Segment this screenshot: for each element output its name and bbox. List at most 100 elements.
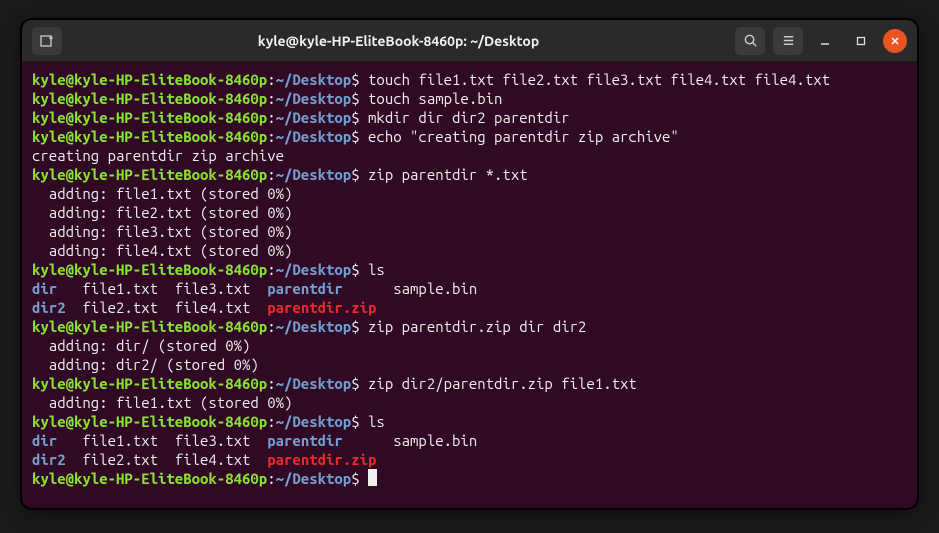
output-text: adding: file4.txt (stored 0%) [32, 242, 292, 259]
command-text: echo "creating parentdir zip archive" [360, 128, 679, 145]
ls-file: file1.txt file3.txt [57, 280, 267, 297]
terminal-content[interactable]: kyle@kyle-HP-EliteBook-8460p:~/Desktop$ … [22, 62, 917, 508]
command-line: kyle@kyle-HP-EliteBook-8460p:~/Desktop$ … [32, 70, 907, 89]
window-title: kyle@kyle-HP-EliteBook-8460p: ~/Desktop [62, 33, 735, 49]
prompt-path: ~/Desktop [276, 261, 352, 278]
new-tab-button[interactable] [32, 27, 62, 55]
command-text: touch sample.bin [360, 90, 503, 107]
prompt-user-host: kyle@kyle-HP-EliteBook-8460p [32, 166, 267, 183]
prompt-user-host: kyle@kyle-HP-EliteBook-8460p [32, 90, 267, 107]
ls-directory: parentdir [267, 280, 343, 297]
command-line: kyle@kyle-HP-EliteBook-8460p:~/Desktop$ … [32, 108, 907, 127]
prompt-dollar: $ [351, 109, 359, 126]
command-text: ls [360, 261, 385, 278]
output-text: adding: dir/ (stored 0%) [32, 337, 250, 354]
prompt-dollar: $ [351, 318, 359, 335]
search-button[interactable] [735, 27, 765, 55]
prompt-user-host: kyle@kyle-HP-EliteBook-8460p [32, 261, 267, 278]
prompt-path: ~/Desktop [276, 128, 352, 145]
prompt-user-host: kyle@kyle-HP-EliteBook-8460p [32, 470, 267, 487]
ls-output-line: dir2 file2.txt file4.txt parentdir.zip [32, 450, 907, 469]
prompt-separator: : [267, 109, 275, 126]
terminal-window: kyle@kyle-HP-EliteBook-8460p: ~/Desktop … [22, 20, 917, 508]
maximize-icon [855, 35, 867, 47]
prompt-separator: : [267, 128, 275, 145]
command-text: zip parentdir.zip dir dir2 [360, 318, 587, 335]
command-line: kyle@kyle-HP-EliteBook-8460p:~/Desktop$ … [32, 317, 907, 336]
ls-archive: parentdir.zip [267, 299, 376, 316]
prompt-user-host: kyle@kyle-HP-EliteBook-8460p [32, 128, 267, 145]
output-line: adding: file4.txt (stored 0%) [32, 241, 907, 260]
prompt-path: ~/Desktop [276, 470, 352, 487]
prompt-path: ~/Desktop [276, 109, 352, 126]
ls-output-line: dir file1.txt file3.txt parentdir sample… [32, 431, 907, 450]
prompt-path: ~/Desktop [276, 90, 352, 107]
search-icon [743, 33, 758, 48]
output-line: creating parentdir zip archive [32, 146, 907, 165]
command-line: kyle@kyle-HP-EliteBook-8460p:~/Desktop$ [32, 469, 907, 488]
prompt-separator: : [267, 90, 275, 107]
prompt-path: ~/Desktop [276, 166, 352, 183]
maximize-button[interactable] [847, 27, 875, 55]
output-line: adding: file2.txt (stored 0%) [32, 203, 907, 222]
prompt-separator: : [267, 375, 275, 392]
prompt-path: ~/Desktop [276, 375, 352, 392]
command-line: kyle@kyle-HP-EliteBook-8460p:~/Desktop$ … [32, 127, 907, 146]
command-line: kyle@kyle-HP-EliteBook-8460p:~/Desktop$ … [32, 260, 907, 279]
ls-directory: dir [32, 432, 57, 449]
command-text: ls [360, 413, 385, 430]
ls-directory: dir2 [32, 451, 66, 468]
close-button[interactable] [883, 29, 907, 53]
prompt-user-host: kyle@kyle-HP-EliteBook-8460p [32, 375, 267, 392]
ls-file: sample.bin [343, 432, 477, 449]
ls-file: sample.bin [343, 280, 477, 297]
command-text: zip dir2/parentdir.zip file1.txt [360, 375, 637, 392]
output-line: adding: file1.txt (stored 0%) [32, 393, 907, 412]
output-text: adding: file1.txt (stored 0%) [32, 394, 292, 411]
command-text: zip parentdir *.txt [360, 166, 528, 183]
command-line: kyle@kyle-HP-EliteBook-8460p:~/Desktop$ … [32, 374, 907, 393]
output-text: adding: file1.txt (stored 0%) [32, 185, 292, 202]
minimize-button[interactable] [811, 27, 839, 55]
command-text: touch file1.txt file2.txt file3.txt file… [360, 71, 830, 88]
output-line: adding: file1.txt (stored 0%) [32, 184, 907, 203]
command-text [360, 470, 368, 487]
command-text: mkdir dir dir2 parentdir [360, 109, 570, 126]
output-line: adding: dir2/ (stored 0%) [32, 355, 907, 374]
prompt-separator: : [267, 166, 275, 183]
prompt-separator: : [267, 318, 275, 335]
prompt-path: ~/Desktop [276, 71, 352, 88]
ls-output-line: dir file1.txt file3.txt parentdir sample… [32, 279, 907, 298]
close-icon [890, 36, 900, 46]
prompt-dollar: $ [351, 71, 359, 88]
prompt-dollar: $ [351, 413, 359, 430]
prompt-user-host: kyle@kyle-HP-EliteBook-8460p [32, 318, 267, 335]
ls-file: file2.txt file4.txt [66, 299, 268, 316]
prompt-user-host: kyle@kyle-HP-EliteBook-8460p [32, 71, 267, 88]
output-line: adding: file3.txt (stored 0%) [32, 222, 907, 241]
cursor [368, 469, 377, 486]
output-text: adding: file2.txt (stored 0%) [32, 204, 292, 221]
ls-file: file1.txt file3.txt [57, 432, 267, 449]
command-line: kyle@kyle-HP-EliteBook-8460p:~/Desktop$ … [32, 165, 907, 184]
prompt-separator: : [267, 261, 275, 278]
output-line: adding: dir/ (stored 0%) [32, 336, 907, 355]
hamburger-menu-button[interactable] [773, 27, 803, 55]
output-text: adding: file3.txt (stored 0%) [32, 223, 292, 240]
output-text: adding: dir2/ (stored 0%) [32, 356, 259, 373]
prompt-user-host: kyle@kyle-HP-EliteBook-8460p [32, 109, 267, 126]
ls-output-line: dir2 file2.txt file4.txt parentdir.zip [32, 298, 907, 317]
prompt-dollar: $ [351, 470, 359, 487]
prompt-dollar: $ [351, 166, 359, 183]
minimize-icon [819, 35, 831, 47]
ls-directory: dir [32, 280, 57, 297]
prompt-dollar: $ [351, 261, 359, 278]
prompt-dollar: $ [351, 90, 359, 107]
command-line: kyle@kyle-HP-EliteBook-8460p:~/Desktop$ … [32, 412, 907, 431]
prompt-user-host: kyle@kyle-HP-EliteBook-8460p [32, 413, 267, 430]
prompt-path: ~/Desktop [276, 318, 352, 335]
prompt-path: ~/Desktop [276, 413, 352, 430]
output-text: creating parentdir zip archive [32, 147, 284, 164]
command-line: kyle@kyle-HP-EliteBook-8460p:~/Desktop$ … [32, 89, 907, 108]
new-tab-icon [39, 33, 55, 49]
